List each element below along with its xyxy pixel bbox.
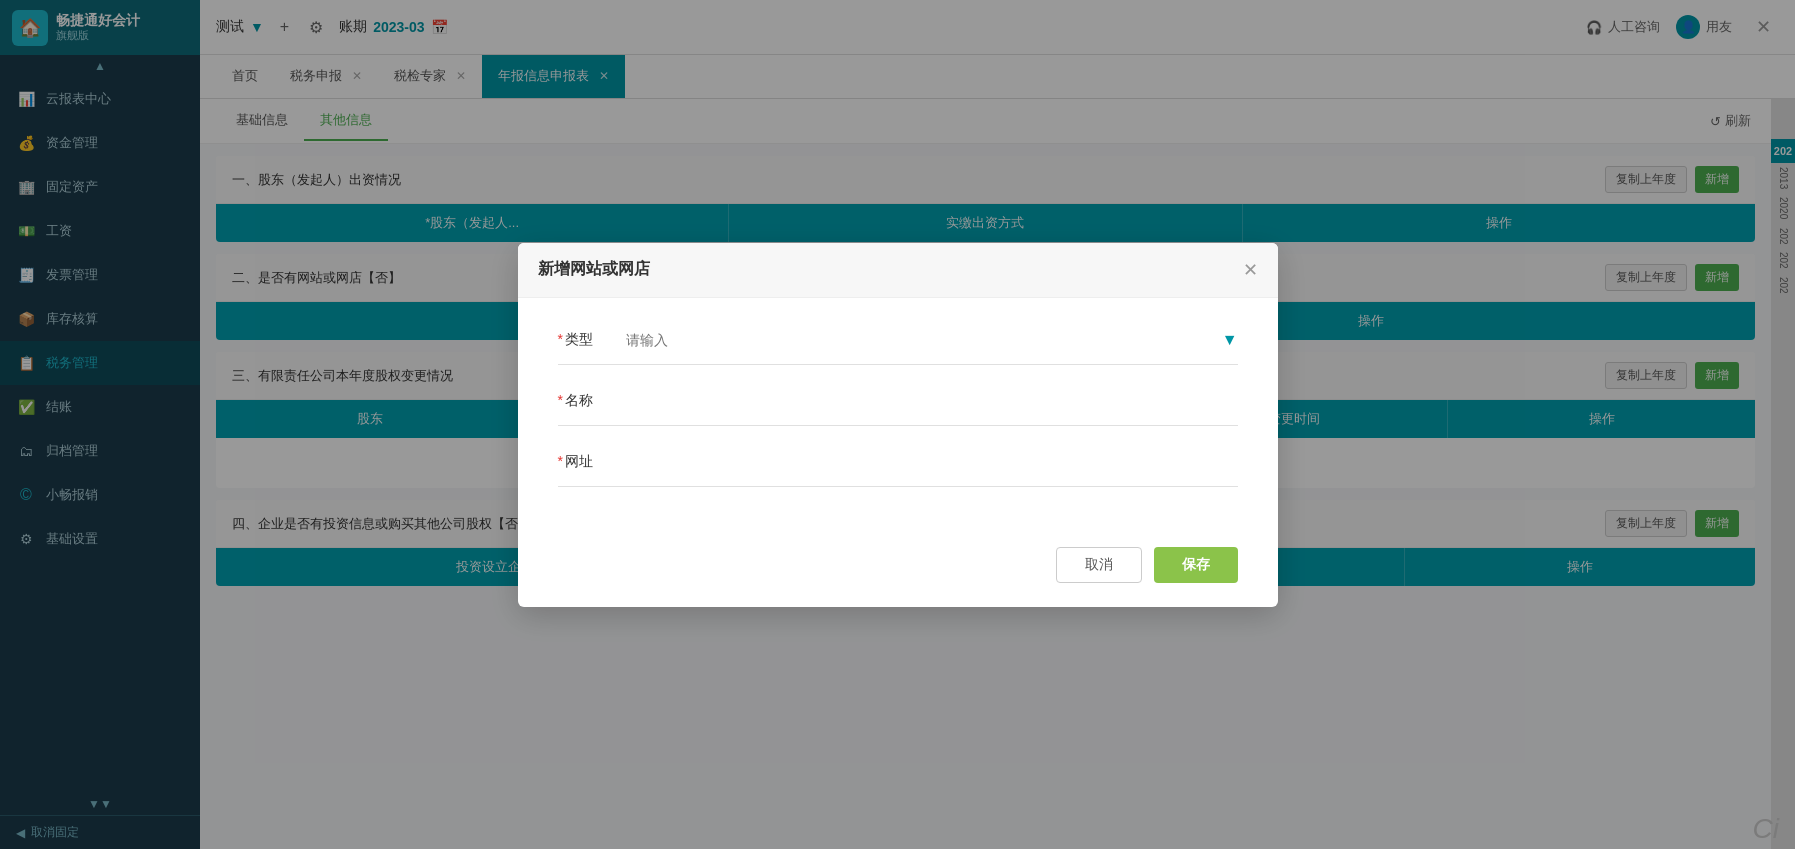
- form-label-url: *网址: [558, 453, 618, 471]
- type-input[interactable]: [618, 328, 1222, 352]
- type-dropdown-arrow[interactable]: ▼: [1222, 331, 1238, 349]
- required-star-url: *: [558, 453, 563, 469]
- form-label-name: *名称: [558, 392, 618, 410]
- modal-add-website: 新增网站或网店 ✕ *类型 ▼ *名称 *网址: [518, 243, 1278, 607]
- form-label-type: *类型: [558, 331, 618, 349]
- modal-header: 新增网站或网店 ✕: [518, 243, 1278, 298]
- modal-footer: 取消 保存: [518, 531, 1278, 607]
- form-row-type: *类型 ▼: [558, 328, 1238, 365]
- modal-close-button[interactable]: ✕: [1243, 259, 1258, 281]
- save-button[interactable]: 保存: [1154, 547, 1238, 583]
- modal-title: 新增网站或网店: [538, 259, 650, 280]
- form-row-url: *网址: [558, 450, 1238, 487]
- required-star-name: *: [558, 392, 563, 408]
- url-input[interactable]: [618, 450, 1238, 474]
- form-row-name: *名称: [558, 389, 1238, 426]
- modal-overlay: 新增网站或网店 ✕ *类型 ▼ *名称 *网址: [0, 0, 1795, 849]
- modal-body: *类型 ▼ *名称 *网址: [518, 298, 1278, 531]
- required-star-type: *: [558, 331, 563, 347]
- cancel-button[interactable]: 取消: [1056, 547, 1142, 583]
- name-input[interactable]: [618, 389, 1238, 413]
